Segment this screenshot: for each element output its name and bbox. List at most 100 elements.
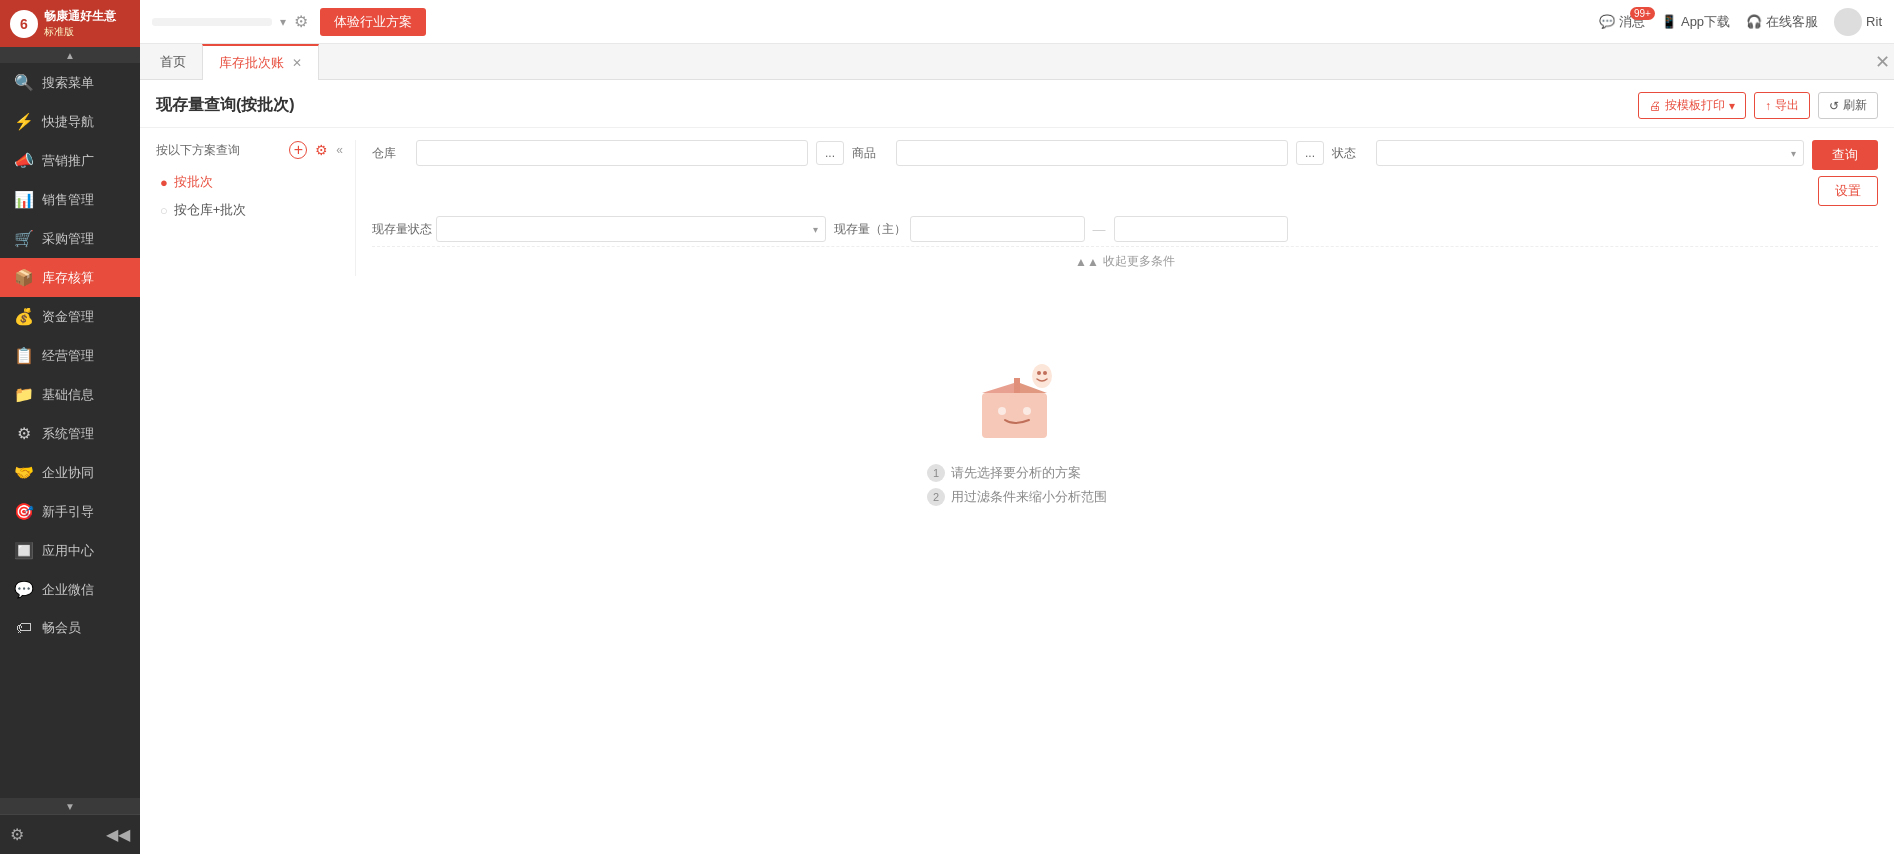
topbar-settings-icon[interactable]: ⚙ <box>294 12 308 31</box>
chart-icon: 📊 <box>14 190 34 209</box>
sidebar-item-basics[interactable]: 📁 基础信息 <box>0 375 140 414</box>
search-icon: 🔍 <box>14 73 34 92</box>
sidebar-item-search[interactable]: 🔍 搜索菜单 <box>0 63 140 102</box>
sidebar-item-operations[interactable]: 📋 经营管理 <box>0 336 140 375</box>
tab-inventory-batch-label: 库存批次账 <box>219 54 284 72</box>
sidebar-item-label: 畅会员 <box>42 619 81 637</box>
app-download-btn[interactable]: 📱 App下载 <box>1661 13 1730 31</box>
phone-icon: 📱 <box>1661 14 1677 29</box>
online-service-btn[interactable]: 🎧 在线客服 <box>1746 13 1818 31</box>
sidebar-item-member[interactable]: 🏷 畅会员 <box>0 609 140 647</box>
settings-btn[interactable]: 设置 <box>1818 176 1878 206</box>
tabs-bar: 首页 库存批次账 ✕ ✕ <box>140 44 1894 80</box>
warehouse-label: 仓库 <box>372 145 412 162</box>
trial-btn[interactable]: 体验行业方案 <box>320 8 426 36</box>
sidebar-item-marketing[interactable]: 📣 营销推广 <box>0 141 140 180</box>
empty-illustration <box>967 348 1067 448</box>
topbar-right: 💬 消息 99+ 📱 App下载 🎧 在线客服 Rit <box>1599 8 1882 36</box>
topbar-search-input[interactable] <box>152 18 272 26</box>
svg-rect-0 <box>982 393 1047 438</box>
filter-plan-actions: + ⚙ « <box>289 140 343 160</box>
product-input[interactable] <box>896 140 1288 166</box>
sidebar-item-label: 企业协同 <box>42 464 94 482</box>
export-btn[interactable]: ↑ 导出 <box>1754 92 1810 119</box>
folder-icon: 📁 <box>14 385 34 404</box>
filter-fields-panel: 仓库 ... 商品 ... 状态 <box>356 140 1878 276</box>
collapse-more-label: 收起更多条件 <box>1103 253 1175 270</box>
sidebar-item-label: 应用中心 <box>42 542 94 560</box>
warehouse-dots-btn[interactable]: ... <box>816 141 844 165</box>
svg-point-6 <box>1032 364 1052 388</box>
money-icon: 💰 <box>14 307 34 326</box>
notifications-btn[interactable]: 💬 消息 99+ <box>1599 13 1645 31</box>
target-icon: 🎯 <box>14 502 34 521</box>
sidebar-scroll-down[interactable]: ▼ <box>0 798 140 814</box>
panel-right-close-btn[interactable]: ✕ <box>1875 51 1890 73</box>
notification-badge: 99+ <box>1630 7 1655 20</box>
sidebar-item-enterprise[interactable]: 🤝 企业协同 <box>0 453 140 492</box>
company-name: 畅康通好生意 <box>44 8 116 25</box>
topbar-dropdown-arrow[interactable]: ▾ <box>280 15 286 29</box>
filter-option-by-warehouse-batch[interactable]: ○ 按仓库+批次 <box>156 196 343 224</box>
plan-settings-btn[interactable]: ⚙ <box>313 140 330 160</box>
tab-inventory-batch[interactable]: 库存批次账 ✕ <box>202 44 319 80</box>
collapse-up-icon: ▲▲ <box>1075 255 1099 269</box>
refresh-icon: ↺ <box>1829 99 1839 113</box>
main-area: ▾ ⚙ 体验行业方案 💬 消息 99+ 📱 App下载 🎧 在线客服 Rit <box>140 0 1894 854</box>
svg-point-8 <box>1043 371 1047 375</box>
stock-qty-from-input[interactable] <box>910 216 1085 242</box>
user-avatar-btn[interactable]: Rit <box>1834 8 1882 36</box>
sidebar-item-quick-nav[interactable]: ⚡ 快捷导航 <box>0 102 140 141</box>
app-logo: 6 <box>10 10 38 38</box>
option-radio-icon: ● <box>160 175 168 190</box>
stock-status-select[interactable] <box>436 216 826 242</box>
footer-settings-icon[interactable]: ⚙ <box>10 825 24 844</box>
username-label: Rit <box>1866 14 1882 29</box>
tab-home[interactable]: 首页 <box>144 44 202 80</box>
footer-collapse-icon[interactable]: ◀◀ <box>106 825 130 844</box>
sidebar-item-label: 企业微信 <box>42 581 94 599</box>
range-separator: — <box>1093 222 1106 237</box>
add-plan-btn[interactable]: + <box>289 141 307 159</box>
sidebar-item-wechat[interactable]: 💬 企业微信 <box>0 570 140 609</box>
sidebar-item-inventory[interactable]: 📦 库存核算 <box>0 258 140 297</box>
filter-option-label: 按仓库+批次 <box>174 201 247 219</box>
refresh-btn[interactable]: ↺ 刷新 <box>1818 92 1878 119</box>
empty-tip-2: 2 用过滤条件来缩小分析范围 <box>927 488 1107 506</box>
filter-collapse-icon[interactable]: « <box>336 143 343 157</box>
filter-option-by-batch[interactable]: ● 按批次 <box>156 168 343 196</box>
tab-close-icon[interactable]: ✕ <box>292 56 302 70</box>
filter-plan-title: 按以下方案查询 <box>156 142 240 159</box>
svg-point-5 <box>1023 407 1031 415</box>
refresh-label: 刷新 <box>1843 97 1867 114</box>
sidebar-item-sales[interactable]: 📊 销售管理 <box>0 180 140 219</box>
grid-icon: 🔲 <box>14 541 34 560</box>
collapse-more-btn[interactable]: ▲▲ 收起更多条件 <box>372 246 1878 276</box>
sidebar-item-newbie[interactable]: 🎯 新手引导 <box>0 492 140 531</box>
empty-tip-1: 1 请先选择要分析的方案 <box>927 464 1107 482</box>
app-download-label: App下载 <box>1681 13 1730 31</box>
box-icon: 📦 <box>14 268 34 287</box>
sidebar-item-finance[interactable]: 💰 资金管理 <box>0 297 140 336</box>
stock-qty-to-input[interactable] <box>1114 216 1289 242</box>
page-header: 现存量查询(按批次) 🖨 按模板打印 ▾ ↑ 导出 ↺ 刷新 <box>140 80 1894 128</box>
sidebar-item-purchase[interactable]: 🛒 采购管理 <box>0 219 140 258</box>
svg-marker-1 <box>982 383 1014 393</box>
sidebar-item-label: 基础信息 <box>42 386 94 404</box>
sidebar-item-label: 新手引导 <box>42 503 94 521</box>
product-dots-btn[interactable]: ... <box>1296 141 1324 165</box>
sidebar-scroll-up[interactable]: ▲ <box>0 47 140 63</box>
empty-tips: 1 请先选择要分析的方案 2 用过滤条件来缩小分析范围 <box>927 464 1107 506</box>
sidebar-item-label: 营销推广 <box>42 152 94 170</box>
tab-home-label: 首页 <box>160 53 186 71</box>
page-content: 现存量查询(按批次) 🖨 按模板打印 ▾ ↑ 导出 ↺ 刷新 <box>140 80 1894 854</box>
warehouse-input[interactable] <box>416 140 808 166</box>
gear-icon: ⚙ <box>14 424 34 443</box>
query-btn[interactable]: 查询 <box>1812 140 1878 170</box>
sidebar-item-system[interactable]: ⚙ 系统管理 <box>0 414 140 453</box>
sidebar-item-apps[interactable]: 🔲 应用中心 <box>0 531 140 570</box>
filter-section: 按以下方案查询 + ⚙ « ● 按批次 ○ 按仓库+批次 <box>140 128 1894 288</box>
status-select[interactable] <box>1376 140 1804 166</box>
print-btn[interactable]: 🖨 按模板打印 ▾ <box>1638 92 1746 119</box>
clipboard-icon: 📋 <box>14 346 34 365</box>
